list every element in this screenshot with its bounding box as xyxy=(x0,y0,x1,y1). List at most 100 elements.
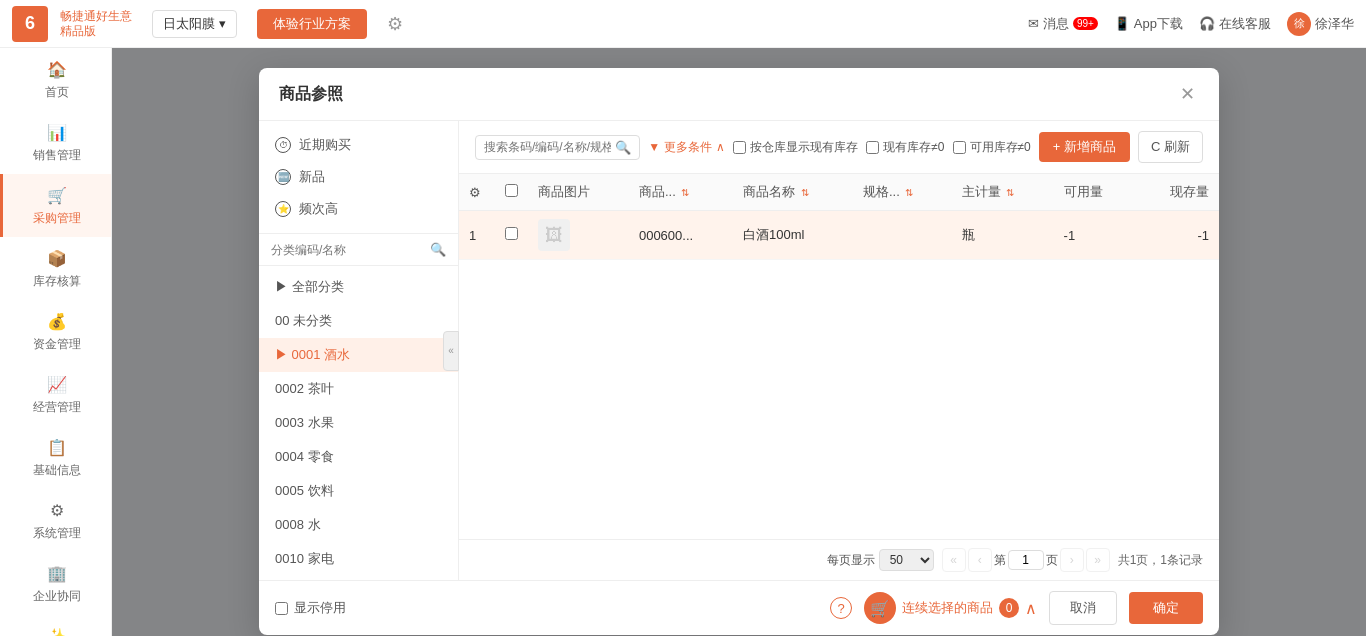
category-search-icon[interactable]: 🔍 xyxy=(430,242,446,257)
finance-icon: 💰 xyxy=(46,310,68,332)
base-info-icon: 📋 xyxy=(46,436,68,458)
first-page-button[interactable]: « xyxy=(942,548,966,572)
cart-icon: 🛒 xyxy=(864,592,896,624)
cat-alcohol[interactable]: ▶ 0001 酒水 xyxy=(259,338,458,372)
cat-water[interactable]: 0008 水 xyxy=(259,508,458,542)
row-available: -1 xyxy=(1054,211,1137,260)
corp-icon: 🏢 xyxy=(46,562,68,584)
modal-backdrop: 商品参照 ✕ ⏱ 近期购买 🆕 xyxy=(112,48,1366,636)
quick-recent[interactable]: ⏱ 近期购买 xyxy=(259,129,458,161)
refresh-button[interactable]: C 刷新 xyxy=(1138,131,1203,163)
new-icon: 🆕 xyxy=(275,169,291,185)
page-size-select[interactable]: 50 100 200 xyxy=(879,549,934,571)
row-index: 1 xyxy=(459,211,495,260)
sidebar: 🏠 首页 📊 销售管理 🛒 采购管理 📦 库存核算 💰 资金管理 📈 经营管理 … xyxy=(0,48,112,636)
cat-uncategorized[interactable]: 00 未分类 xyxy=(259,304,458,338)
system-icon: ⚙ xyxy=(46,499,68,521)
product-search-input[interactable] xyxy=(484,140,611,154)
collapse-panel-button[interactable]: « xyxy=(443,331,459,371)
more-filter-button[interactable]: ▼ 更多条件 ∧ xyxy=(648,139,725,156)
sidebar-item-system[interactable]: ⚙ 系统管理 xyxy=(0,489,111,552)
cat-appliance[interactable]: 0010 家电 xyxy=(259,542,458,576)
col-unit[interactable]: 主计量 ⇅ xyxy=(952,174,1054,211)
checkbox-warehouse-stock[interactable]: 按仓库显示现有库存 xyxy=(733,139,858,156)
modal-close-button[interactable]: ✕ xyxy=(1175,82,1199,106)
cancel-button[interactable]: 取消 xyxy=(1049,591,1117,625)
nav-right: ✉ 消息 99+ 📱 App下载 🎧 在线客服 徐 徐泽华 xyxy=(1028,12,1354,36)
app-download-button[interactable]: 📱 App下载 xyxy=(1114,15,1183,33)
sidebar-item-business[interactable]: 📈 经营管理 xyxy=(0,363,111,426)
sidebar-item-base-info[interactable]: 📋 基础信息 xyxy=(0,426,111,489)
cat-beverage[interactable]: 0005 饮料 xyxy=(259,474,458,508)
col-thumb: 商品图片 xyxy=(528,174,629,211)
store-selector[interactable]: 日太阳膜 ▾ xyxy=(152,10,237,38)
sidebar-item-home[interactable]: 🏠 首页 xyxy=(0,48,111,111)
sidebar-item-finance[interactable]: 💰 资金管理 xyxy=(0,300,111,363)
cat-snack[interactable]: 0004 零食 xyxy=(259,440,458,474)
settings-icon[interactable]: ⚙ xyxy=(469,185,481,200)
checkbox-nonzero-stock[interactable]: 现有库存≠0 xyxy=(866,139,944,156)
user-avatar[interactable]: 徐 徐泽华 xyxy=(1287,12,1354,36)
cat-tea[interactable]: 0002 茶叶 xyxy=(259,372,458,406)
select-all-checkbox[interactable] xyxy=(505,184,518,197)
next-page-button[interactable]: › xyxy=(1060,548,1084,572)
messages-button[interactable]: ✉ 消息 99+ xyxy=(1028,15,1098,33)
modal-footer: 显示停用 ? 🛒 连续选择的商品 0 ∧ 取消 确定 xyxy=(259,580,1219,635)
col-checkbox xyxy=(495,174,528,211)
row-name: 白酒100ml xyxy=(733,211,853,260)
category-search-input[interactable] xyxy=(271,243,424,257)
category-search: 🔍 xyxy=(259,234,458,266)
product-table: ⚙ 商品图片 xyxy=(459,174,1219,260)
guide-icon: ✨ xyxy=(46,625,68,636)
search-icon[interactable]: 🔍 xyxy=(615,140,631,155)
quick-new[interactable]: 🆕 新品 xyxy=(259,161,458,193)
sort-code-icon: ⇅ xyxy=(681,187,689,198)
sidebar-item-guide[interactable]: ✨ 新手引导 xyxy=(0,615,111,636)
quick-filters: ⏱ 近期购买 🆕 新品 ⭐ 频次高 xyxy=(259,121,458,234)
sidebar-item-sales[interactable]: 📊 销售管理 xyxy=(0,111,111,174)
row-select-checkbox[interactable] xyxy=(505,227,518,240)
brand-text: 畅捷通好生意 精品版 xyxy=(60,9,132,38)
pagination: 每页显示 50 100 200 « ‹ 第 xyxy=(459,539,1219,580)
footer-right: ? 🛒 连续选择的商品 0 ∧ 取消 确定 xyxy=(830,591,1203,625)
checkbox-nonzero-available[interactable]: 可用库存≠0 xyxy=(953,139,1031,156)
cart-area: 🛒 连续选择的商品 0 ∧ xyxy=(864,592,1037,624)
row-thumb: 🖼 xyxy=(528,211,629,260)
cat-fruit[interactable]: 0003 水果 xyxy=(259,406,458,440)
modal-title: 商品参照 xyxy=(279,84,1175,105)
row-checkbox xyxy=(495,211,528,260)
sidebar-item-purchase[interactable]: 🛒 采购管理 xyxy=(0,174,111,237)
add-product-button[interactable]: + 新增商品 xyxy=(1039,132,1130,162)
confirm-button[interactable]: 确定 xyxy=(1129,592,1203,624)
logo: 6 xyxy=(12,6,48,42)
last-page-button[interactable]: » xyxy=(1086,548,1110,572)
col-spec[interactable]: 规格... ⇅ xyxy=(853,174,952,211)
row-stock: -1 xyxy=(1136,211,1219,260)
row-spec xyxy=(853,211,952,260)
messages-badge: 99+ xyxy=(1073,17,1098,30)
sidebar-item-inventory[interactable]: 📦 库存核算 xyxy=(0,237,111,300)
col-settings[interactable]: ⚙ xyxy=(459,174,495,211)
chevron-up-icon[interactable]: ∧ xyxy=(1025,599,1037,618)
sidebar-item-corp[interactable]: 🏢 企业协同 xyxy=(0,552,111,615)
cat-all[interactable]: ▶ 全部分类 xyxy=(259,270,458,304)
quick-frequent[interactable]: ⭐ 频次高 xyxy=(259,193,458,225)
trial-button[interactable]: 体验行业方案 xyxy=(257,9,367,39)
online-service-button[interactable]: 🎧 在线客服 xyxy=(1199,15,1271,33)
col-name[interactable]: 商品名称 ⇅ xyxy=(733,174,853,211)
prev-page-button[interactable]: ‹ xyxy=(968,548,992,572)
page-size-wrap: 每页显示 50 100 200 xyxy=(827,549,934,571)
sort-spec-icon: ⇅ xyxy=(905,187,913,198)
show-disabled-checkbox[interactable]: 显示停用 xyxy=(275,599,346,617)
inventory-icon: 📦 xyxy=(46,247,68,269)
page-info: 共1页，1条记录 xyxy=(1118,552,1203,569)
col-code[interactable]: 商品... ⇅ xyxy=(629,174,733,211)
page-input[interactable] xyxy=(1008,550,1044,570)
help-icon[interactable]: ? xyxy=(830,597,852,619)
product-search-wrap: 🔍 xyxy=(475,135,640,160)
action-buttons: + 新增商品 C 刷新 xyxy=(1039,131,1203,163)
gear-icon[interactable]: ⚙ xyxy=(387,13,403,35)
category-list: ▶ 全部分类 00 未分类 ▶ 0001 酒水 0002 茶叶 xyxy=(259,266,458,580)
table-row[interactable]: 1 🖼 000600... 白酒100ml xyxy=(459,211,1219,260)
right-panel: 🔍 ▼ 更多条件 ∧ 按仓库显示现有库存 xyxy=(459,121,1219,580)
